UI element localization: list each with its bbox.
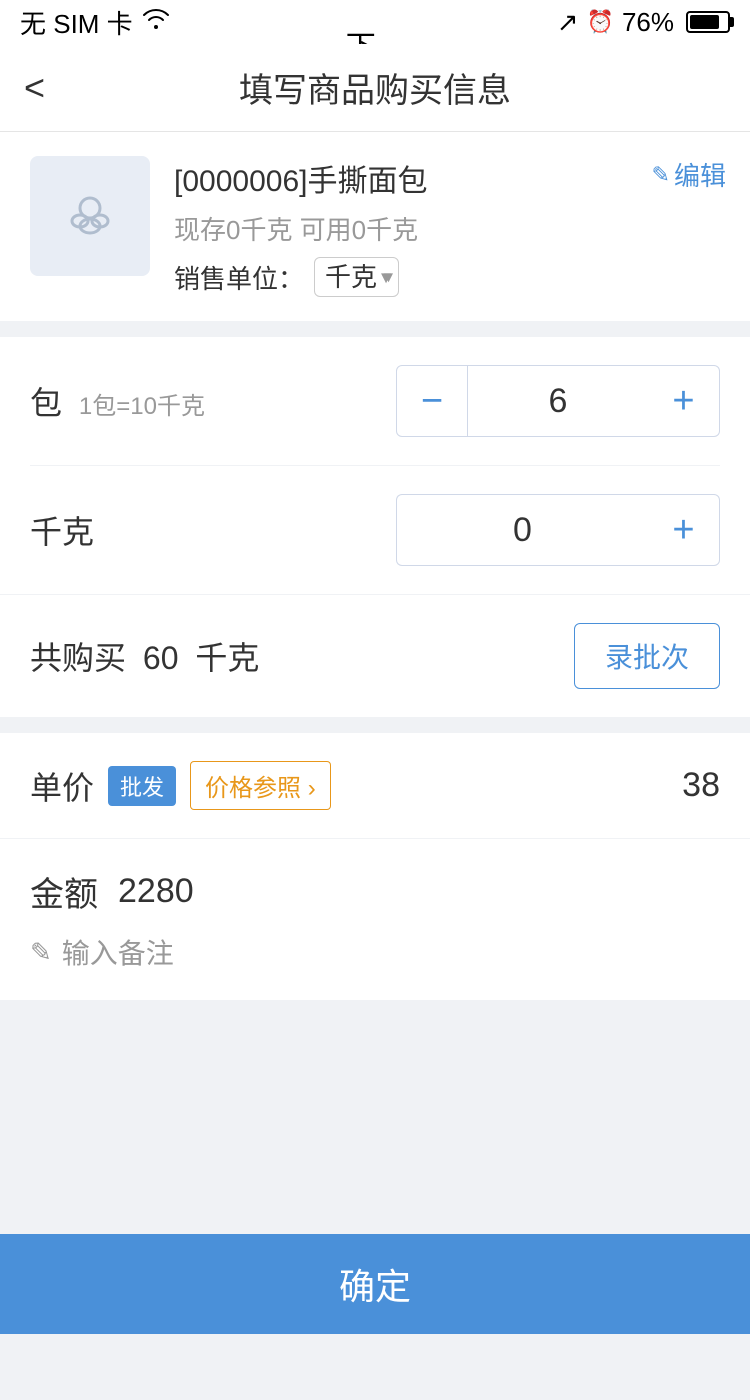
quantity-section: 包 1包=10千克 − + 千克 +: [0, 337, 750, 594]
product-image: [30, 156, 150, 276]
status-right: ↗ ⏰ 76%: [557, 7, 730, 38]
total-row: 共购买 60 千克 录批次: [0, 594, 750, 717]
increment-kg-button[interactable]: +: [648, 494, 720, 566]
total-value: 60: [143, 640, 179, 676]
product-info: [0000006]手撕面包 现存0千克 可用0千克 销售单位： 千克 ▾: [174, 156, 720, 297]
label-kg: 千克: [30, 514, 94, 550]
page-title: 填写商品购买信息: [239, 63, 511, 112]
label-bao: 包: [30, 385, 62, 421]
remark-placeholder: 输入备注: [62, 932, 174, 972]
status-bar: 无 SIM 卡 下午2:56 ↗ ⏰ 76%: [0, 0, 750, 44]
remark-row[interactable]: ✎ 输入备注: [30, 932, 720, 972]
back-button[interactable]: <: [24, 67, 45, 109]
increment-bao-button[interactable]: +: [648, 365, 720, 437]
quantity-input-bao[interactable]: [468, 365, 648, 437]
product-card: [0000006]手撕面包 现存0千克 可用0千克 销售单位： 千克 ▾ ✎ 编…: [0, 132, 750, 329]
quantity-label-bao: 包 1包=10千克: [30, 378, 205, 424]
battery-icon: [686, 11, 730, 33]
quantity-input-kg[interactable]: [396, 494, 648, 566]
unit-select[interactable]: 千克: [314, 257, 399, 297]
hint-bao: 1包=10千克: [79, 393, 205, 420]
edit-icon: ✎: [652, 162, 670, 188]
quantity-row-bao: 包 1包=10千克 − +: [30, 337, 720, 466]
status-carrier: 无 SIM 卡: [20, 4, 171, 41]
price-ref-button[interactable]: 价格参照 ›: [190, 761, 331, 810]
amount-header: 金额 2280: [30, 867, 720, 916]
section-divider-2: [0, 717, 750, 725]
price-label: 单价: [30, 763, 94, 809]
amount-section: 金额 2280 ✎ 输入备注: [0, 839, 750, 1000]
confirm-button[interactable]: 确定: [0, 1234, 750, 1334]
gray-area: [0, 1000, 750, 1400]
amount-value: 2280: [118, 872, 194, 911]
amount-content: 金额 2280 ✎ 输入备注: [0, 839, 750, 1000]
price-section: 单价 批发 价格参照 › 38: [0, 733, 750, 839]
quantity-control-kg: +: [396, 494, 720, 566]
product-unit-row: 销售单位： 千克 ▾: [174, 257, 720, 297]
quantity-control-bao: − +: [396, 365, 720, 437]
price-value: 38: [682, 766, 720, 805]
quantity-row-kg: 千克 +: [30, 466, 720, 594]
unit-select-wrap[interactable]: 千克 ▾: [314, 257, 399, 297]
price-left: 单价 批发 价格参照 ›: [30, 761, 331, 810]
total-label-area: 共购买 60 千克: [30, 633, 259, 679]
decrement-bao-button[interactable]: −: [396, 365, 468, 437]
wifi-icon: [141, 7, 171, 38]
location-icon: ↗: [557, 7, 579, 38]
total-label: 共购买: [30, 640, 126, 676]
carrier-text: 无 SIM 卡: [20, 4, 133, 41]
nav-bar: < 填写商品购买信息: [0, 44, 750, 132]
alarm-icon: ⏰: [587, 9, 614, 35]
product-stock: 现存0千克 可用0千克: [174, 210, 720, 247]
amount-label: 金额: [30, 867, 98, 916]
total-unit: 千克: [195, 640, 259, 676]
quantity-label-kg: 千克: [30, 507, 94, 553]
price-tag: 批发: [108, 766, 176, 806]
edit-button[interactable]: ✎ 编辑: [652, 156, 726, 193]
product-name: [0000006]手撕面包: [174, 156, 720, 200]
remark-icon: ✎: [30, 937, 52, 968]
section-divider-1: [0, 329, 750, 337]
unit-label: 销售单位：: [174, 259, 304, 296]
battery-percent: 76%: [622, 7, 674, 38]
batch-button[interactable]: 录批次: [574, 623, 720, 689]
confirm-label: 确定: [339, 1258, 411, 1310]
edit-label: 编辑: [674, 156, 726, 193]
